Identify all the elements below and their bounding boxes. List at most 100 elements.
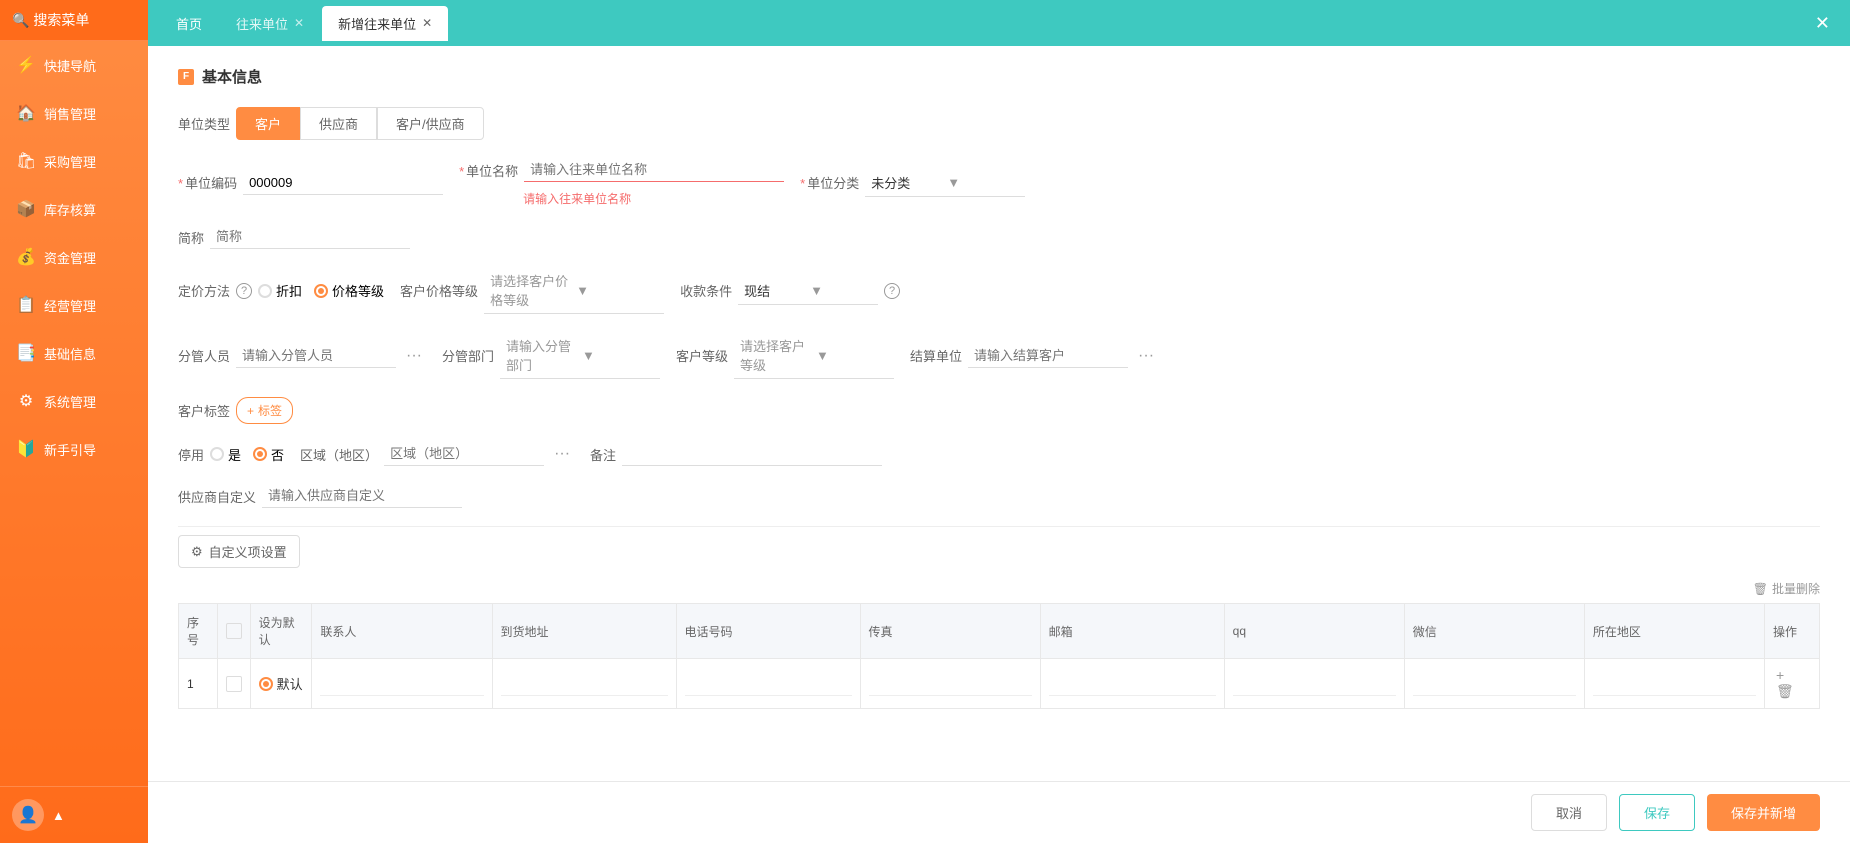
row-wechat-cell: [1404, 659, 1584, 709]
sidebar-search[interactable]: 🔍 搜索菜单: [0, 0, 148, 41]
payment-select[interactable]: 现结 ▼: [738, 277, 878, 305]
tab-label-new-partner: 新增往来单位: [338, 14, 416, 33]
pricing-help-icon[interactable]: ?: [236, 283, 252, 299]
unit-name-input[interactable]: [524, 158, 784, 182]
custom-settings-label: 自定义项设置: [209, 542, 287, 561]
delete-icon: 🗑: [1753, 582, 1768, 596]
pricing-discount-radio[interactable]: 折扣: [258, 281, 302, 300]
tab-close-new-partner[interactable]: ✕: [422, 16, 432, 30]
sidebar-search-label: 搜索菜单: [33, 12, 89, 28]
sidebar-item-sales[interactable]: 🏠销售管理: [0, 89, 148, 137]
disabled-label: 停用: [178, 445, 204, 464]
delete-row-button[interactable]: 🗑: [1773, 683, 1797, 699]
tab-close-partner-list[interactable]: ✕: [294, 16, 304, 30]
abbr-row: 简称: [178, 225, 1820, 249]
window-close-button[interactable]: ✕: [1807, 9, 1838, 38]
section-header: F 基本信息: [178, 66, 1820, 87]
sidebar-item-label: 基础信息: [44, 344, 96, 363]
manager-input[interactable]: [236, 344, 396, 368]
col-action: 操作: [1765, 604, 1820, 659]
customer-level-label: 客户等级: [676, 346, 728, 365]
row-address-cell: [492, 659, 676, 709]
customer-level-group: 客户等级 请选择客户等级 ▼: [676, 332, 894, 379]
inventory-icon: 📦: [16, 199, 36, 219]
col-contact: 联系人: [312, 604, 492, 659]
unit-code-group: 单位编码: [178, 171, 443, 195]
row-default-radio[interactable]: 默认: [259, 674, 304, 693]
sidebar-item-label: 资金管理: [44, 248, 96, 267]
customer-type-button[interactable]: 客户: [236, 107, 300, 140]
settlement-label: 结算单位: [910, 346, 962, 365]
sidebar-item-inventory[interactable]: 📦库存核算: [0, 185, 148, 233]
row-address-input[interactable]: [501, 672, 668, 696]
manager-row: 分管人员 ··· 分管部门 请输入分管部门 ▼ 客户等级 请选择客户等级 ▼ 结…: [178, 332, 1820, 379]
sidebar-item-purchase[interactable]: 🛍采购管理: [0, 137, 148, 185]
customer-price-chevron-icon: ▼: [576, 283, 658, 298]
row-contact-cell: [312, 659, 492, 709]
unit-type-buttons: 客户 供应商 客户/供应商: [236, 107, 484, 140]
sidebar-item-operations[interactable]: 📋经营管理: [0, 281, 148, 329]
tab-new-partner[interactable]: 新增往来单位 ✕: [322, 6, 448, 41]
custom-settings-button[interactable]: ⚙ 自定义项设置: [178, 535, 300, 568]
unit-category-value: 未分类: [871, 173, 943, 192]
sidebar-item-label: 销售管理: [44, 104, 96, 123]
batch-delete-label[interactable]: 批量删除: [1772, 580, 1820, 597]
sidebar-item-finance[interactable]: 💰资金管理: [0, 233, 148, 281]
customer-level-select[interactable]: 请选择客户等级 ▼: [734, 332, 894, 379]
unit-code-input[interactable]: [243, 171, 443, 195]
col-no: 序号: [179, 604, 218, 659]
select-all-checkbox[interactable]: [226, 623, 242, 639]
disabled-no-radio[interactable]: 否: [253, 445, 284, 464]
row-checkbox[interactable]: [226, 676, 242, 692]
department-select[interactable]: 请输入分管部门 ▼: [500, 332, 660, 379]
manager-more-button[interactable]: ···: [402, 347, 426, 365]
remark-input[interactable]: [622, 442, 882, 466]
add-row-button[interactable]: +: [1773, 667, 1787, 683]
sidebar-item-guide[interactable]: 🔰新手引导: [0, 425, 148, 473]
unit-code-label: 单位编码: [178, 173, 237, 192]
customer-price-select[interactable]: 请选择客户价格等级 ▼: [484, 267, 664, 314]
supplier-type-button[interactable]: 供应商: [300, 107, 377, 140]
col-fax: 传真: [860, 604, 1040, 659]
row-email-input[interactable]: [1049, 672, 1216, 696]
settlement-group: 结算单位 ···: [910, 344, 1158, 368]
disabled-yes-radio[interactable]: 是: [210, 445, 241, 464]
save-button[interactable]: 保存: [1619, 794, 1695, 831]
settlement-input[interactable]: [968, 344, 1128, 368]
tab-partner-list[interactable]: 往来单位 ✕: [220, 6, 320, 41]
region-input[interactable]: [384, 442, 544, 466]
settlement-more-button[interactable]: ···: [1134, 347, 1158, 365]
cancel-button[interactable]: 取消: [1531, 794, 1607, 831]
sidebar-item-label: 系统管理: [44, 392, 96, 411]
row-contact-input[interactable]: [320, 672, 483, 696]
row-wechat-input[interactable]: [1413, 672, 1576, 696]
abbr-group: 简称: [178, 225, 410, 249]
pricing-level-radio[interactable]: 价格等级: [314, 281, 384, 300]
abbr-input[interactable]: [210, 225, 410, 249]
department-chevron-icon: ▼: [582, 348, 654, 363]
row-fax-input[interactable]: [869, 672, 1032, 696]
no-radio-circle: [253, 447, 267, 461]
supplier-custom-input[interactable]: [262, 484, 462, 508]
row-phone-input[interactable]: [685, 672, 852, 696]
row-region-input[interactable]: [1593, 672, 1756, 696]
search-icon: 🔍: [12, 12, 29, 28]
region-more-button[interactable]: ···: [550, 445, 574, 463]
tab-label-partner-list: 往来单位: [236, 14, 288, 33]
payment-help-icon[interactable]: ?: [884, 283, 900, 299]
row-default-dot: [263, 681, 269, 687]
row-qq-input[interactable]: [1233, 672, 1396, 696]
tab-bar: 首页往来单位 ✕ 新增往来单位 ✕ ✕: [148, 0, 1850, 46]
both-type-button[interactable]: 客户/供应商: [377, 107, 484, 140]
add-tag-button[interactable]: + 标签: [236, 397, 293, 424]
remark-group: 备注: [590, 442, 882, 466]
gear-icon: ⚙: [191, 544, 203, 560]
save-and-add-button[interactable]: 保存并新增: [1707, 794, 1820, 831]
unit-category-select[interactable]: 未分类 ▼: [865, 169, 1025, 197]
sidebar-item-system[interactable]: ⚙系统管理: [0, 377, 148, 425]
sidebar-item-quick-nav[interactable]: ⚡快捷导航: [0, 41, 148, 89]
tab-home[interactable]: 首页: [160, 6, 218, 41]
col-phone: 电话号码: [676, 604, 860, 659]
form-content: F 基本信息 单位类型 客户 供应商 客户/供应商 单位编码 单位名称: [148, 46, 1850, 781]
sidebar-item-basic-info[interactable]: 📑基础信息: [0, 329, 148, 377]
